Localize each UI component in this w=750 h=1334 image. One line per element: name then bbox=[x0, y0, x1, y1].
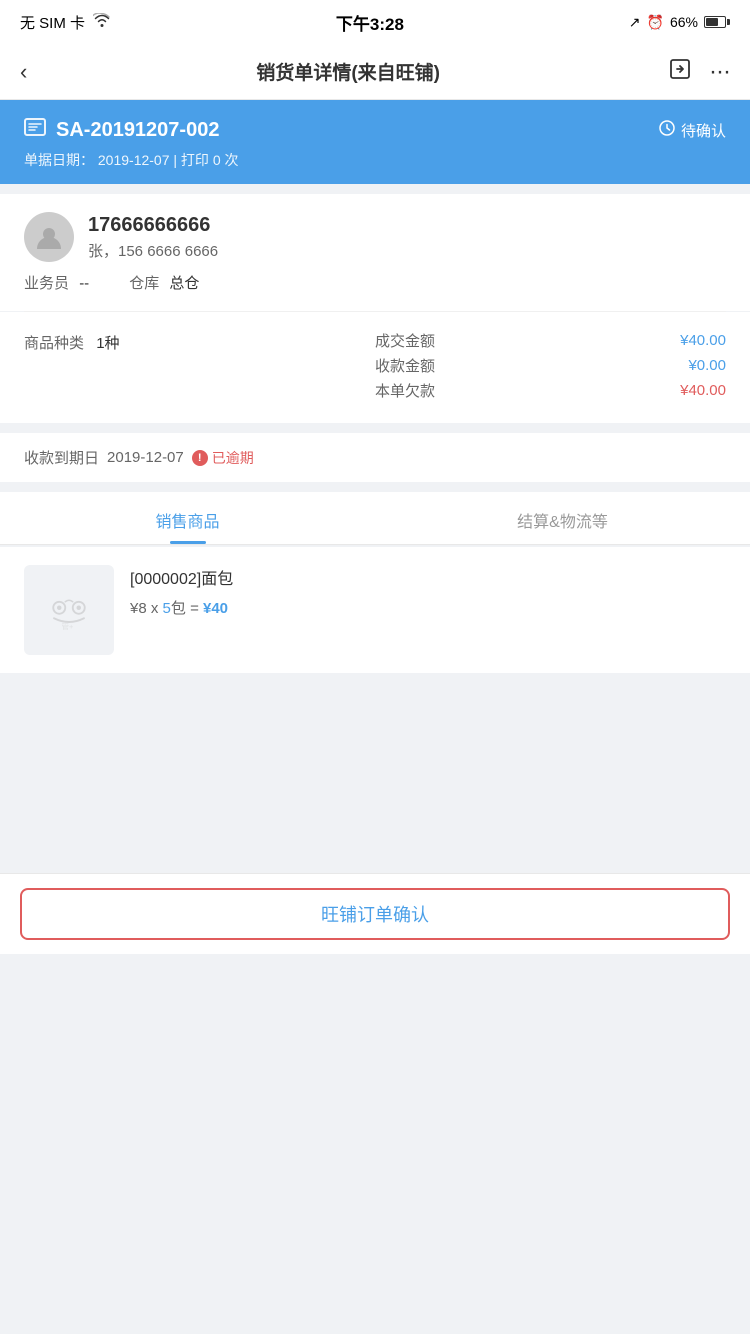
customer-meta: 业务员 -- 仓库 总仓 bbox=[24, 272, 726, 293]
nav-actions: ··· bbox=[669, 58, 730, 86]
product-name: [0000002]面包 bbox=[130, 565, 726, 589]
amount-transaction: 成交金额 ¥40.00 bbox=[375, 330, 726, 351]
overdue-badge: ! 已逾期 bbox=[192, 448, 254, 468]
status-left: 无 SIM 卡 bbox=[20, 12, 111, 33]
customer-sub: 张，156 6666 6666 bbox=[88, 240, 218, 261]
tab-sales-product[interactable]: 销售商品 bbox=[0, 492, 375, 544]
empty-area bbox=[0, 673, 750, 873]
overdue-text: 已逾期 bbox=[212, 448, 254, 468]
order-date: 单据日期： 2019-12-07 | 打印 0 次 bbox=[24, 150, 726, 170]
customer-header: 17666666666 张，156 6666 6666 bbox=[24, 212, 726, 262]
share-icon[interactable] bbox=[669, 58, 691, 86]
product-image: 管+ bbox=[24, 565, 114, 655]
customer-info: 17666666666 张，156 6666 6666 bbox=[88, 214, 218, 261]
page-title: 销货单详情(来自旺铺) bbox=[256, 58, 440, 85]
warehouse: 仓库 总仓 bbox=[129, 272, 199, 293]
order-header-card: SA-20191207-002 待确认 单据日期： 2019-12-07 | 打… bbox=[0, 100, 750, 184]
summary-left: 商品种类 1种 bbox=[24, 330, 375, 405]
carrier-label: 无 SIM 卡 bbox=[20, 12, 85, 33]
product-tabs: 销售商品 结算&物流等 bbox=[0, 492, 750, 545]
svg-text:管+: 管+ bbox=[62, 621, 74, 630]
due-date-card: 收款到期日 2019-12-07 ! 已逾期 bbox=[0, 433, 750, 482]
battery-icon bbox=[704, 16, 730, 28]
overdue-dot-icon: ! bbox=[192, 450, 208, 466]
more-icon[interactable]: ··· bbox=[709, 58, 730, 86]
location-icon: ↗ bbox=[629, 14, 641, 31]
summary-card: 商品种类 1种 成交金额 ¥40.00 收款金额 ¥0.00 本单欠款 ¥40.… bbox=[0, 312, 750, 423]
status-clock-icon bbox=[659, 120, 675, 140]
amount-received: 收款金额 ¥0.00 bbox=[375, 355, 726, 376]
bottom-bar: 旺铺订单确认 bbox=[0, 873, 750, 954]
wifi-icon bbox=[93, 13, 111, 31]
order-id-row: SA-20191207-002 待确认 bbox=[24, 118, 726, 142]
amount-owed: 本单欠款 ¥40.00 bbox=[375, 380, 726, 401]
order-id: SA-20191207-002 bbox=[24, 118, 219, 142]
customer-card: 17666666666 张，156 6666 6666 业务员 -- 仓库 总仓 bbox=[0, 194, 750, 311]
order-icon bbox=[24, 118, 46, 142]
battery-percent: 66% bbox=[670, 14, 698, 30]
back-button[interactable]: ‹ bbox=[20, 59, 27, 85]
order-status: 待确认 bbox=[659, 120, 726, 141]
alarm-icon: ⏰ bbox=[647, 14, 664, 31]
order-id-text: SA-20191207-002 bbox=[56, 119, 219, 142]
status-bar: 无 SIM 卡 下午3:28 ↗ ⏰ 66% bbox=[0, 0, 750, 44]
summary-right: 成交金额 ¥40.00 收款金额 ¥0.00 本单欠款 ¥40.00 bbox=[375, 330, 726, 405]
status-text: 待确认 bbox=[681, 120, 726, 141]
customer-phone: 17666666666 bbox=[88, 214, 218, 237]
due-date-value: 2019-12-07 bbox=[107, 449, 184, 466]
nav-bar: ‹ 销货单详情(来自旺铺) ··· bbox=[0, 44, 750, 100]
customer-avatar bbox=[24, 212, 74, 262]
product-price: ¥8 x 5包 = ¥40 bbox=[130, 597, 726, 618]
status-right: ↗ ⏰ 66% bbox=[629, 14, 730, 31]
status-time: 下午3:28 bbox=[336, 10, 404, 35]
product-card: 管+ [0000002]面包 ¥8 x 5包 = ¥40 bbox=[0, 547, 750, 673]
product-type: 商品种类 1种 bbox=[24, 330, 375, 357]
confirm-order-button[interactable]: 旺铺订单确认 bbox=[20, 888, 730, 940]
due-label: 收款到期日 bbox=[24, 447, 99, 468]
product-info: [0000002]面包 ¥8 x 5包 = ¥40 bbox=[130, 565, 726, 618]
salesperson: 业务员 -- bbox=[24, 272, 89, 293]
tab-settlement[interactable]: 结算&物流等 bbox=[375, 492, 750, 544]
